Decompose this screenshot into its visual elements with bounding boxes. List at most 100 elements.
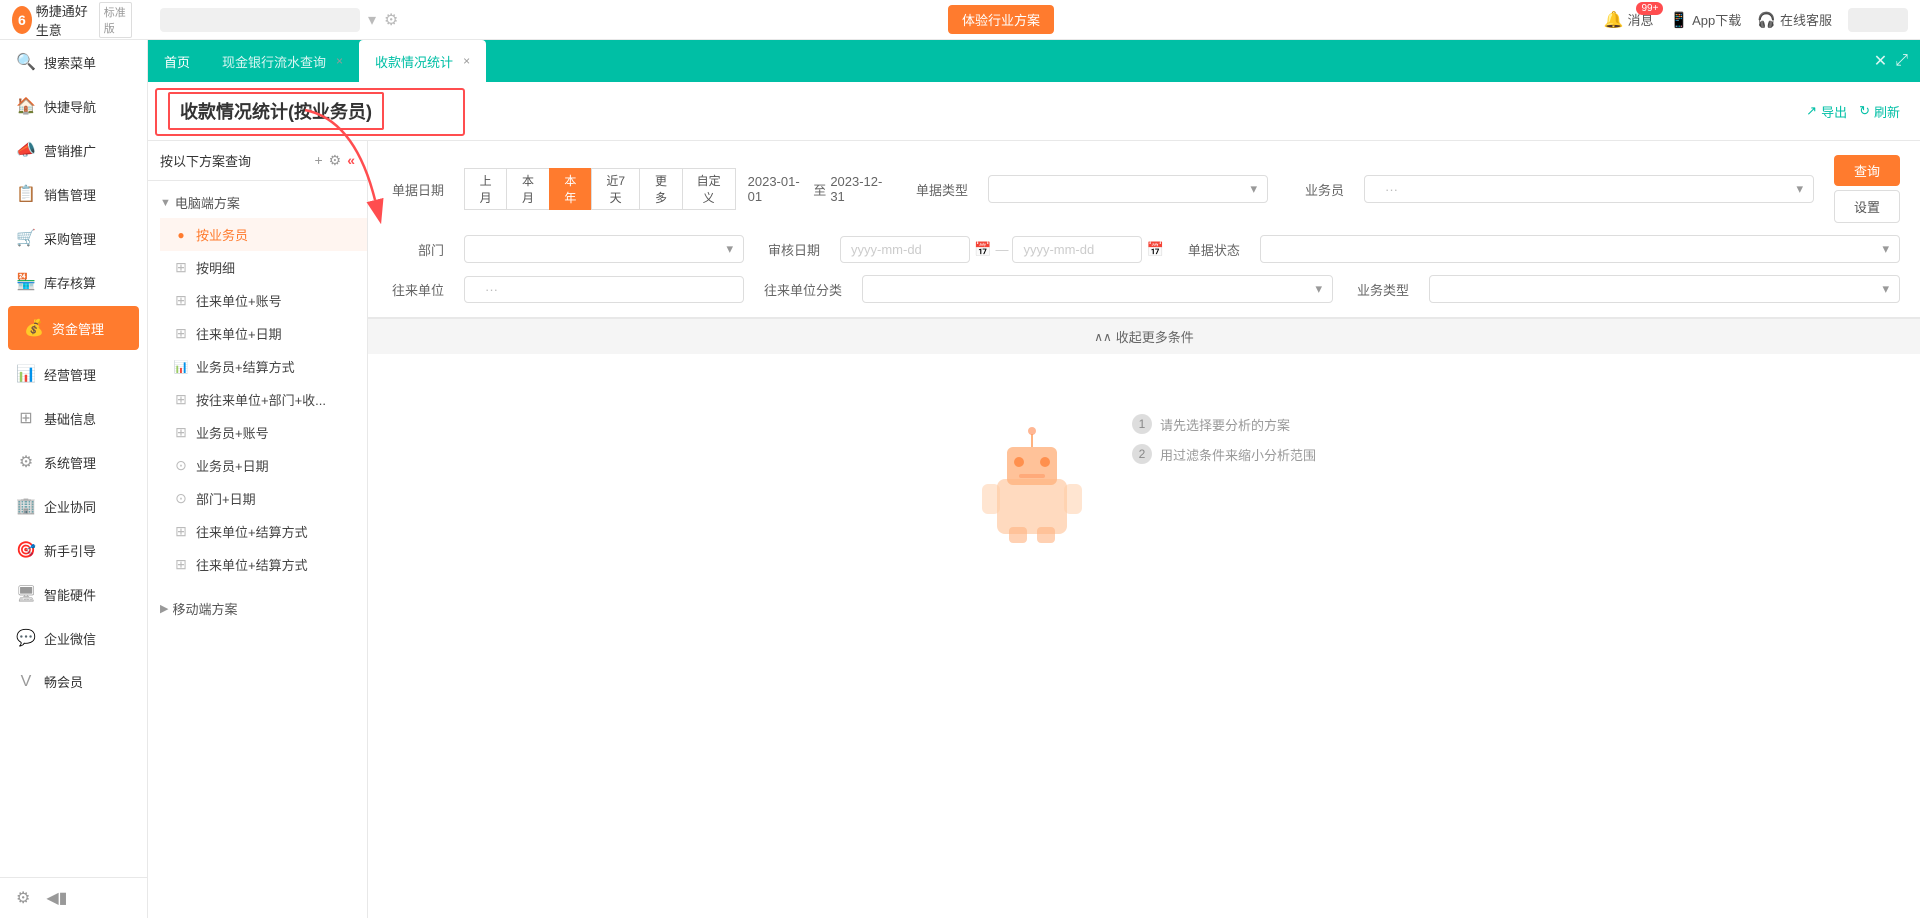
review-date-from-input[interactable]: yyyy-mm-dd bbox=[840, 236, 970, 263]
sidebar-item-guide[interactable]: 🎯 新手引导 bbox=[0, 528, 147, 572]
sidebar-item-marketing[interactable]: 📣 营销推广 bbox=[0, 128, 147, 172]
date-tab-last-month[interactable]: 上月 bbox=[464, 168, 506, 210]
sidebar-item-hardware[interactable]: 🖥 智能硬件 bbox=[0, 572, 147, 616]
app-logo: 6 畅捷通好生意 标准版 bbox=[12, 6, 132, 34]
tab-cashflow[interactable]: 现金银行流水查询 × bbox=[206, 40, 359, 82]
tree-child-8[interactable]: ⊙ 部门+日期 bbox=[160, 482, 367, 515]
manage-scheme-icon[interactable]: ⚙ bbox=[329, 152, 342, 169]
sidebar-item-search[interactable]: 🔍 搜索菜单 bbox=[0, 40, 147, 84]
type-arrow-icon: ▾ bbox=[1250, 181, 1257, 197]
tree-child-label-2: 往来单位+账号 bbox=[196, 291, 282, 310]
trial-button[interactable]: 体验行业方案 bbox=[948, 5, 1054, 34]
sidebar-item-operations[interactable]: 📊 经营管理 bbox=[0, 352, 147, 396]
date-tab-this-year[interactable]: 本年 bbox=[549, 168, 591, 210]
marketing-icon: 📣 bbox=[16, 140, 36, 160]
sidebar-item-finance[interactable]: 💰 资金管理 bbox=[8, 306, 139, 350]
tree-child-label-6: 业务员+账号 bbox=[196, 423, 269, 442]
tree-child-icon-5: ⊞ bbox=[172, 391, 190, 408]
sidebar-label-wechat: 企业微信 bbox=[44, 629, 96, 648]
tab-close-all-icon[interactable]: ✕ bbox=[1874, 51, 1887, 71]
page-content: 收款情况统计(按业务员) ↗ 导出 ↻ 刷新 按以下 bbox=[148, 82, 1920, 918]
sidebar-item-system[interactable]: ⚙ 系统管理 bbox=[0, 440, 147, 484]
type-select[interactable]: ▾ bbox=[988, 175, 1268, 203]
sidebar-item-sales[interactable]: 📋 销售管理 bbox=[0, 172, 147, 216]
date-to: 2023-12-31 bbox=[830, 174, 892, 204]
top-bar-right: 🔔 消息 99+ 📱 App下载 🎧 在线客服 bbox=[1604, 8, 1908, 32]
tree-child-7[interactable]: ⊙ 业务员+日期 bbox=[160, 449, 367, 482]
filter-area: 单据日期 上月 本月 本年 近7天 更多 自定义 bbox=[368, 141, 1920, 318]
sidebar-label-operations: 经营管理 bbox=[44, 365, 96, 384]
calendar-from-icon[interactable]: 📅 bbox=[974, 241, 991, 258]
counterparty-select[interactable]: ··· bbox=[464, 276, 744, 303]
tree-child-2[interactable]: ⊞ 往来单位+账号 bbox=[160, 284, 367, 317]
tree-child-icon-10: ⊞ bbox=[172, 556, 190, 573]
tree-child-6[interactable]: ⊞ 业务员+账号 bbox=[160, 416, 367, 449]
refresh-button[interactable]: ↻ 刷新 bbox=[1859, 102, 1900, 121]
left-panel-icons: + ⚙ « bbox=[314, 152, 355, 169]
top-bar-left: 6 畅捷通好生意 标准版 ▾ ⚙ bbox=[12, 6, 398, 34]
counterparty-more-icon[interactable]: ··· bbox=[485, 282, 498, 297]
search-area[interactable] bbox=[160, 8, 360, 32]
business-type-select[interactable]: ▾ bbox=[1429, 275, 1900, 303]
tree-child-5[interactable]: ⊞ 按往来单位+部门+收... bbox=[160, 383, 367, 416]
tab-home[interactable]: 首页 bbox=[148, 40, 206, 82]
tree-child-10[interactable]: ⊞ 往来单位+结算方式 bbox=[160, 548, 367, 581]
salesperson-more-icon[interactable]: ··· bbox=[1385, 182, 1398, 197]
sidebar-item-inventory[interactable]: 🏪 库存核算 bbox=[0, 260, 147, 304]
sidebar-item-member[interactable]: V 畅会员 bbox=[0, 660, 147, 703]
sidebar-item-wechat[interactable]: 💬 企业微信 bbox=[0, 616, 147, 660]
tab-home-label: 首页 bbox=[164, 52, 190, 71]
tree-child-icon-6: ⊞ bbox=[172, 424, 190, 441]
add-scheme-icon[interactable]: + bbox=[314, 152, 322, 169]
tree-child-9[interactable]: ⊞ 往来单位+结算方式 bbox=[160, 515, 367, 548]
tab-maximize-icon[interactable]: ⤢ bbox=[1895, 52, 1908, 70]
export-icon: ↗ bbox=[1806, 103, 1817, 119]
date-tabs: 上月 本月 本年 近7天 更多 自定义 bbox=[464, 168, 736, 210]
date-tab-more[interactable]: 更多 bbox=[639, 168, 681, 210]
tree-expand-mobile-icon: ▶ bbox=[160, 602, 168, 615]
action-buttons: 查询 设置 bbox=[1834, 155, 1900, 223]
tab-receipt-stats[interactable]: 收款情况统计 × bbox=[359, 40, 486, 82]
review-date-label: 审核日期 bbox=[764, 240, 820, 259]
dropdown-arrow-icon[interactable]: ▾ bbox=[368, 10, 376, 30]
tree-child-3[interactable]: ⊞ 往来单位+日期 bbox=[160, 317, 367, 350]
user-avatar-area[interactable] bbox=[1848, 8, 1908, 32]
department-label: 部门 bbox=[388, 240, 444, 259]
review-date-to-input[interactable]: yyyy-mm-dd bbox=[1012, 236, 1142, 263]
collapse-panel-icon[interactable]: « bbox=[347, 152, 355, 169]
tree-parent-mobile[interactable]: ▶ 移动端方案 bbox=[148, 593, 367, 624]
tree-child-4[interactable]: 📊 业务员+结算方式 bbox=[160, 350, 367, 383]
status-arrow-icon: ▾ bbox=[1882, 241, 1889, 257]
export-button[interactable]: ↗ 导出 bbox=[1806, 102, 1847, 121]
department-select[interactable]: ▾ bbox=[464, 235, 744, 263]
date-tab-7days[interactable]: 近7天 bbox=[591, 168, 639, 210]
counterparty-category-select[interactable]: ▾ bbox=[862, 275, 1333, 303]
date-tab-custom[interactable]: 自定义 bbox=[682, 168, 736, 210]
tab-bar: 首页 现金银行流水查询 × 收款情况统计 × ✕ ⤢ bbox=[148, 40, 1920, 82]
messages-item[interactable]: 🔔 消息 99+ bbox=[1604, 10, 1654, 30]
collapse-bar[interactable]: ∧∧ 收起更多条件 bbox=[368, 318, 1920, 354]
query-button[interactable]: 查询 bbox=[1834, 155, 1900, 186]
sidebar-item-quicknav[interactable]: 🏠 快捷导航 bbox=[0, 84, 147, 128]
tree-child-0[interactable]: ● 按业务员 bbox=[160, 218, 367, 251]
settings-top-icon[interactable]: ⚙ bbox=[384, 10, 398, 30]
date-range: 2023-01-01 至 2023-12-31 bbox=[748, 174, 892, 204]
tab-receipt-stats-close[interactable]: × bbox=[463, 54, 470, 68]
calendar-to-icon[interactable]: 📅 bbox=[1146, 241, 1163, 258]
tree-child-icon-1: ⊞ bbox=[172, 259, 190, 276]
tree-parent-desktop[interactable]: ▼ 电脑端方案 bbox=[148, 187, 367, 218]
tab-cashflow-close[interactable]: × bbox=[336, 54, 343, 68]
settings-filter-button[interactable]: 设置 bbox=[1834, 190, 1900, 223]
app-download-item[interactable]: 📱 App下载 bbox=[1669, 10, 1741, 29]
settings-sidebar-icon[interactable]: ⚙ bbox=[16, 888, 30, 908]
tree-child-1[interactable]: ⊞ 按明细 bbox=[160, 251, 367, 284]
salesperson-select[interactable]: ··· ▾ bbox=[1364, 175, 1814, 203]
sidebar-item-enterprise[interactable]: 🏢 企业协同 bbox=[0, 484, 147, 528]
sidebar-item-basic-info[interactable]: ⊞ 基础信息 bbox=[0, 396, 147, 440]
date-tab-this-month[interactable]: 本月 bbox=[506, 168, 548, 210]
sidebar-item-purchase[interactable]: 🛒 采购管理 bbox=[0, 216, 147, 260]
content-area: 首页 现金银行流水查询 × 收款情况统计 × ✕ ⤢ 收款情况统计(按业务员) bbox=[148, 40, 1920, 918]
online-service-item[interactable]: 🎧 在线客服 bbox=[1757, 10, 1832, 29]
collapse-sidebar-icon[interactable]: ◀▮ bbox=[46, 888, 67, 908]
doc-status-select[interactable]: ▾ bbox=[1260, 235, 1900, 263]
